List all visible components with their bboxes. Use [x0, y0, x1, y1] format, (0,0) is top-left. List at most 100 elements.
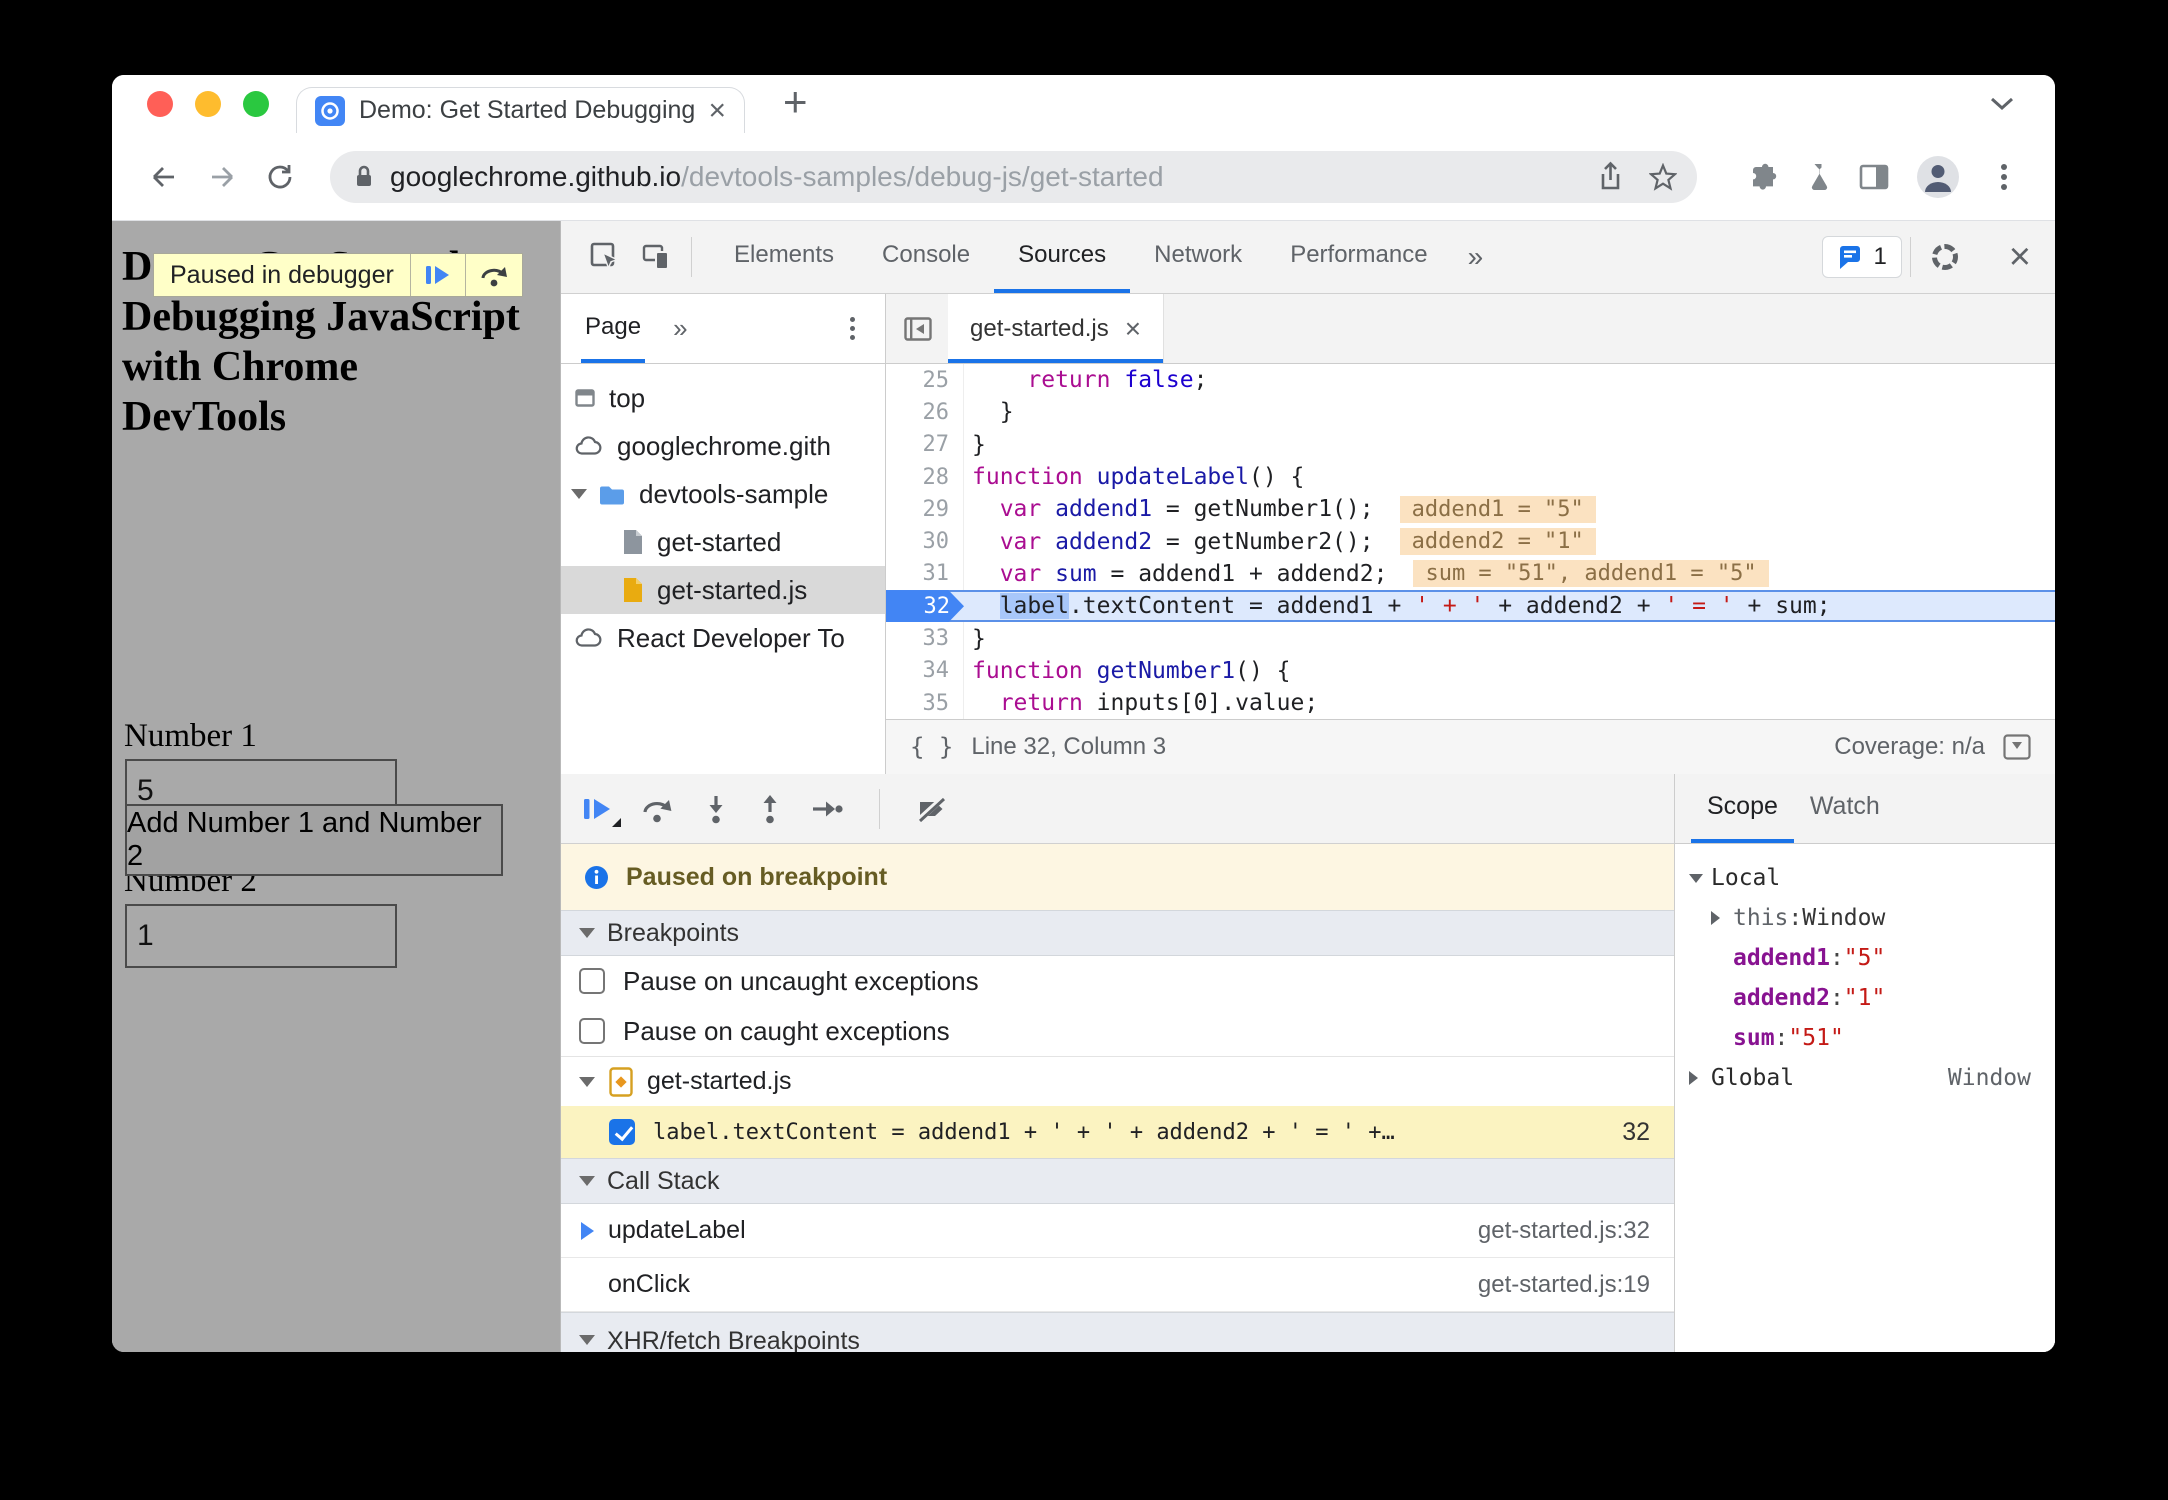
sidebar-menu-icon[interactable]: [850, 326, 855, 331]
step-button[interactable]: [811, 797, 843, 821]
address-bar[interactable]: googlechrome.github.io/devtools-samples/…: [330, 150, 1697, 203]
scope-item-global[interactable]: Global Window: [1689, 1058, 2045, 1098]
code-line-28[interactable]: 28 function updateLabel() {: [886, 460, 2055, 494]
pause-caught-row[interactable]: Pause on caught exceptions: [561, 1006, 1674, 1056]
browser-menu-icon[interactable]: [1987, 173, 2021, 180]
flask-extension-icon[interactable]: [1805, 162, 1831, 192]
call-stack-frame-updatelabel[interactable]: updateLabel get-started.js:32: [561, 1204, 1674, 1258]
tree-item-get-started-js[interactable]: get-started.js: [561, 566, 885, 614]
code-line-35[interactable]: 35 return inputs[0].value;: [886, 686, 2055, 719]
editor-tab-get-started-js[interactable]: get-started.js ×: [948, 294, 1165, 363]
collapsed-triangle-icon[interactable]: [1689, 1071, 1711, 1085]
settings-gear-icon[interactable]: [1919, 231, 1971, 283]
pause-caught-checkbox[interactable]: [579, 1018, 605, 1044]
device-toolbar-icon[interactable]: [631, 231, 683, 283]
share-icon[interactable]: [1597, 161, 1623, 193]
sidebar-more-tabs[interactable]: »: [673, 313, 687, 344]
banner-resume-button[interactable]: [409, 254, 465, 296]
scope-item-addend1[interactable]: addend1: "5": [1689, 938, 2045, 978]
tree-item-top[interactable]: top: [561, 374, 885, 422]
minimize-window-button[interactable]: [195, 91, 221, 117]
tab-close-button[interactable]: ×: [708, 95, 726, 126]
tree-item-react-developer-to[interactable]: React Developer To: [561, 614, 885, 662]
expanded-triangle-icon[interactable]: [571, 489, 587, 499]
pretty-print-icon[interactable]: { }: [910, 733, 953, 761]
tab-watch[interactable]: Watch: [1794, 774, 1896, 843]
add-numbers-button[interactable]: Add Number 1 and Number 2: [125, 804, 503, 876]
line-number[interactable]: 27: [886, 428, 964, 461]
line-number[interactable]: 28: [886, 460, 964, 494]
inspect-element-icon[interactable]: [579, 231, 631, 283]
devtools-tab-elements[interactable]: Elements: [710, 221, 858, 293]
expanded-triangle-icon[interactable]: [1689, 873, 1711, 883]
bookmark-star-icon[interactable]: [1649, 162, 1677, 191]
close-window-button[interactable]: [147, 91, 173, 117]
profile-avatar[interactable]: [1917, 155, 1959, 198]
pause-uncaught-checkbox[interactable]: [579, 968, 605, 994]
scope-item-local[interactable]: Local: [1689, 858, 2045, 898]
code-line-33[interactable]: 33}: [886, 622, 2055, 655]
line-number[interactable]: 25: [886, 364, 964, 397]
extensions-puzzle-icon[interactable]: [1749, 163, 1777, 191]
tree-item-googlechrome-gith[interactable]: googlechrome.gith: [561, 422, 885, 470]
scope-item-addend2[interactable]: addend2: "1": [1689, 978, 2045, 1018]
line-number[interactable]: 33: [886, 622, 964, 655]
issues-badge[interactable]: 1: [1822, 236, 1902, 278]
devtools-close-button[interactable]: ×: [1999, 238, 2041, 276]
new-tab-button[interactable]: +: [783, 81, 808, 123]
banner-step-over-button[interactable]: [464, 254, 522, 296]
line-number[interactable]: 35: [886, 686, 964, 719]
pause-uncaught-row[interactable]: Pause on uncaught exceptions: [561, 956, 1674, 1006]
collapsed-triangle-icon[interactable]: [1711, 911, 1733, 925]
line-number[interactable]: 26: [886, 396, 964, 429]
execution-pointer-line-number[interactable]: 32: [886, 590, 964, 623]
step-over-button[interactable]: [641, 795, 675, 823]
resume-script-button[interactable]: [581, 795, 621, 827]
devtools-tab-console[interactable]: Console: [858, 221, 994, 293]
line-number[interactable]: 31: [886, 557, 964, 591]
deactivate-breakpoints-button[interactable]: [916, 795, 948, 822]
breakpoint-entry[interactable]: label.textContent = addend1 + ' + ' + ad…: [561, 1106, 1674, 1158]
xhr-breakpoints-section-header[interactable]: XHR/fetch Breakpoints: [561, 1312, 1674, 1352]
tree-item-devtools-sample[interactable]: devtools-sample: [561, 470, 885, 518]
back-button[interactable]: [150, 165, 178, 189]
code-line-25[interactable]: 25 return false;: [886, 364, 2055, 397]
sidebar-tab-page[interactable]: Page: [581, 294, 646, 363]
breakpoint-checkbox[interactable]: [609, 1119, 635, 1145]
call-stack-section-header[interactable]: Call Stack: [561, 1158, 1674, 1204]
scope-item-sum[interactable]: sum: "51": [1689, 1018, 2045, 1058]
code-line-29[interactable]: 29 var addend1 = getNumber1(); addend1 = …: [886, 493, 2055, 526]
devtools-tab-performance[interactable]: Performance: [1266, 221, 1451, 293]
step-into-button[interactable]: [703, 794, 729, 824]
zoom-window-button[interactable]: [243, 91, 269, 117]
code-line-34[interactable]: 34 function getNumber1() {: [886, 654, 2055, 687]
scope-item-this[interactable]: this: Window: [1689, 898, 2045, 938]
more-tabs-button[interactable]: »: [1452, 241, 1500, 273]
step-out-button[interactable]: [757, 794, 783, 824]
forward-button[interactable]: [208, 165, 236, 189]
tab-search-chevron-icon[interactable]: [1989, 96, 2015, 112]
code-line-30[interactable]: 30 var addend2 = getNumber2(); addend2 = …: [886, 525, 2055, 558]
breakpoint-file-group[interactable]: get-started.js: [561, 1056, 1674, 1106]
browser-tab[interactable]: Demo: Get Started Debugging ×: [296, 87, 745, 133]
devtools-tab-network[interactable]: Network: [1130, 221, 1266, 293]
reload-button[interactable]: [266, 163, 294, 191]
line-number[interactable]: 29: [886, 493, 964, 526]
tree-item-get-started[interactable]: get-started: [561, 518, 885, 566]
code-line-26[interactable]: 26 }: [886, 396, 2055, 429]
devtools-menu-icon[interactable]: [1971, 248, 1999, 266]
number2-input[interactable]: 1: [125, 904, 397, 968]
line-number[interactable]: 30: [886, 525, 964, 558]
call-stack-frame-onclick[interactable]: onClick get-started.js:19: [561, 1258, 1674, 1312]
line-number[interactable]: 34: [886, 654, 964, 687]
editor-tab-close-button[interactable]: ×: [1125, 313, 1141, 345]
hide-navigator-icon[interactable]: [886, 294, 948, 363]
devtools-tab-sources[interactable]: Sources: [994, 221, 1131, 293]
drawer-icon[interactable]: [2003, 734, 2031, 760]
code-line-27[interactable]: 27}: [886, 428, 2055, 461]
side-panel-icon[interactable]: [1859, 164, 1889, 190]
tab-scope[interactable]: Scope: [1691, 774, 1794, 843]
breakpoints-section-header[interactable]: Breakpoints: [561, 910, 1674, 956]
code-line-32[interactable]: 32 label.textContent = addend1 + ' + ' +…: [886, 590, 2055, 623]
code-line-31[interactable]: 31 var sum = addend1 + addend2; sum = "51…: [886, 557, 2055, 591]
